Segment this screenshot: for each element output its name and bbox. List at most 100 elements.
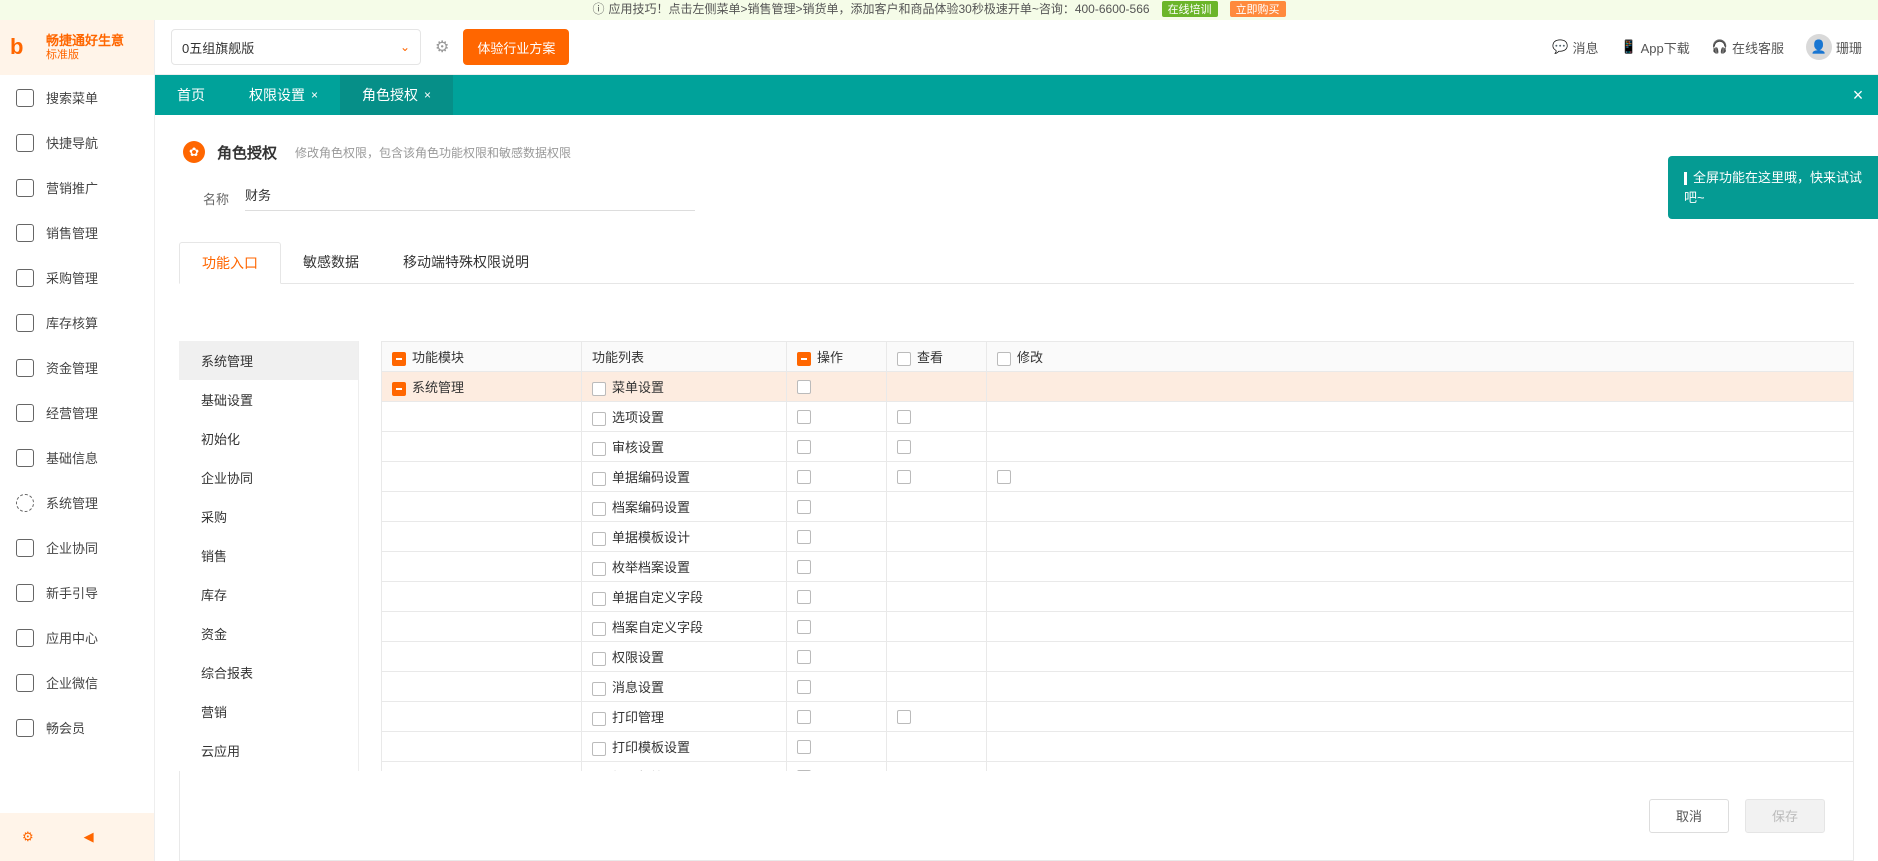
func-cell: 审核设置: [582, 432, 787, 462]
checkbox-icon[interactable]: [592, 652, 606, 666]
checkbox-icon[interactable]: [592, 622, 606, 636]
sidebar-item-0[interactable]: 搜索菜单: [0, 75, 154, 120]
sidebar-footer: ⚙ ◀: [0, 813, 154, 861]
checkbox-icon[interactable]: [797, 680, 811, 694]
checkbox-icon[interactable]: [797, 380, 811, 394]
checkbox-icon[interactable]: [897, 710, 911, 724]
sidebar-item-5[interactable]: 库存核算: [0, 300, 154, 345]
view-cell: [887, 612, 987, 642]
sidebar-item-7[interactable]: 经营管理: [0, 390, 154, 435]
checkbox-icon[interactable]: [592, 712, 606, 726]
collapse-icon[interactable]: ◀: [84, 829, 94, 845]
training-button[interactable]: 在线培训: [1162, 1, 1218, 17]
sidebar-item-6[interactable]: 资金管理: [0, 345, 154, 390]
gear-icon[interactable]: ⚙: [435, 37, 449, 57]
checkbox-icon[interactable]: [897, 470, 911, 484]
checkbox-icon[interactable]: [592, 472, 606, 486]
app-download-link[interactable]: 📱App下载: [1620, 38, 1689, 57]
checkbox-icon[interactable]: [897, 352, 911, 366]
avatar-icon: 👤: [1806, 34, 1832, 60]
checkbox-icon[interactable]: [797, 650, 811, 664]
category-item[interactable]: 营销: [179, 692, 358, 731]
category-item[interactable]: 采购: [179, 497, 358, 536]
category-item[interactable]: 系统管理: [179, 341, 358, 380]
checkbox-icon[interactable]: [592, 502, 606, 516]
checkbox-icon[interactable]: [797, 560, 811, 574]
tab-role-auth[interactable]: 角色授权 ×: [340, 75, 453, 115]
checkbox-icon[interactable]: [797, 620, 811, 634]
checkbox-icon[interactable]: [592, 682, 606, 696]
checkbox-icon[interactable]: [392, 382, 406, 396]
checkbox-icon[interactable]: [592, 562, 606, 576]
settings-icon[interactable]: ⚙: [22, 829, 34, 845]
user-menu[interactable]: 👤珊珊: [1806, 34, 1862, 60]
cancel-button[interactable]: 取消: [1649, 799, 1729, 833]
sidebar-item-9[interactable]: 系统管理: [0, 480, 154, 525]
message-label: 消息: [1572, 38, 1598, 57]
view-cell: [887, 702, 987, 732]
category-item[interactable]: 库存: [179, 575, 358, 614]
checkbox-icon[interactable]: [797, 740, 811, 754]
checkbox-icon[interactable]: [997, 470, 1011, 484]
category-item[interactable]: 云应用: [179, 731, 358, 770]
close-icon[interactable]: ×: [311, 88, 318, 102]
sidebar-item-8[interactable]: 基础信息: [0, 435, 154, 480]
checkbox-icon[interactable]: [797, 352, 811, 366]
checkbox-icon[interactable]: [797, 410, 811, 424]
checkbox-icon[interactable]: [592, 382, 606, 396]
trial-button[interactable]: 体验行业方案: [463, 29, 569, 65]
checkbox-icon[interactable]: [797, 710, 811, 724]
sidebar-item-10[interactable]: 企业协同: [0, 525, 154, 570]
nav-icon: [16, 314, 34, 332]
op-cell: [787, 372, 887, 402]
subtab-mobile[interactable]: 移动端特殊权限说明: [381, 242, 551, 284]
customer-service-link[interactable]: 🎧在线客服: [1712, 38, 1784, 57]
subtab-sensitive[interactable]: 敏感数据: [281, 242, 381, 284]
name-value: 财务: [245, 185, 695, 211]
checkbox-icon[interactable]: [897, 410, 911, 424]
sidebar-item-14[interactable]: 畅会员: [0, 705, 154, 750]
sidebar-item-11[interactable]: 新手引导: [0, 570, 154, 615]
module-cell: [382, 612, 582, 642]
sidebar-item-3[interactable]: 销售管理: [0, 210, 154, 255]
checkbox-icon[interactable]: [797, 590, 811, 604]
checkbox-icon[interactable]: [897, 440, 911, 454]
subtab-function[interactable]: 功能入口: [179, 242, 281, 284]
category-item[interactable]: 初始化: [179, 419, 358, 458]
checkbox-icon[interactable]: [392, 352, 406, 366]
category-item[interactable]: 基础设置: [179, 380, 358, 419]
checkbox-icon[interactable]: [592, 742, 606, 756]
checkbox-icon[interactable]: [592, 532, 606, 546]
checkbox-icon[interactable]: [997, 352, 1011, 366]
fullscreen-tip[interactable]: 全屏功能在这里哦，快来试试吧~: [1668, 156, 1878, 219]
message-link[interactable]: 💬消息: [1552, 38, 1598, 57]
close-all-tabs[interactable]: ×: [1838, 75, 1878, 115]
close-icon[interactable]: ×: [424, 88, 431, 102]
view-cell: [887, 522, 987, 552]
nav-label: 快捷导航: [46, 133, 98, 152]
sidebar-item-4[interactable]: 采购管理: [0, 255, 154, 300]
checkbox-icon[interactable]: [797, 530, 811, 544]
sidebar-item-13[interactable]: 企业微信: [0, 660, 154, 705]
sidebar-item-1[interactable]: 快捷导航: [0, 120, 154, 165]
checkbox-icon[interactable]: [592, 592, 606, 606]
tab-home[interactable]: 首页: [155, 75, 227, 115]
checkbox-icon[interactable]: [592, 442, 606, 456]
sidebar-item-2[interactable]: 营销推广: [0, 165, 154, 210]
category-item[interactable]: 销售: [179, 536, 358, 575]
buy-button[interactable]: 立即购买: [1230, 1, 1286, 17]
nav-label: 新手引导: [46, 583, 98, 602]
view-cell: [887, 552, 987, 582]
checkbox-icon[interactable]: [797, 440, 811, 454]
checkbox-icon[interactable]: [797, 500, 811, 514]
category-item[interactable]: 资金: [179, 614, 358, 653]
checkbox-icon[interactable]: [592, 412, 606, 426]
tab-perm-set[interactable]: 权限设置 ×: [227, 75, 340, 115]
checkbox-icon[interactable]: [797, 470, 811, 484]
category-item[interactable]: 综合报表: [179, 653, 358, 692]
category-item[interactable]: 企业协同: [179, 458, 358, 497]
sidebar-item-12[interactable]: 应用中心: [0, 615, 154, 660]
edit-cell: [987, 672, 1854, 702]
edition-select[interactable]: 0五组旗舰版 ⌄: [171, 29, 421, 65]
view-cell: [887, 672, 987, 702]
